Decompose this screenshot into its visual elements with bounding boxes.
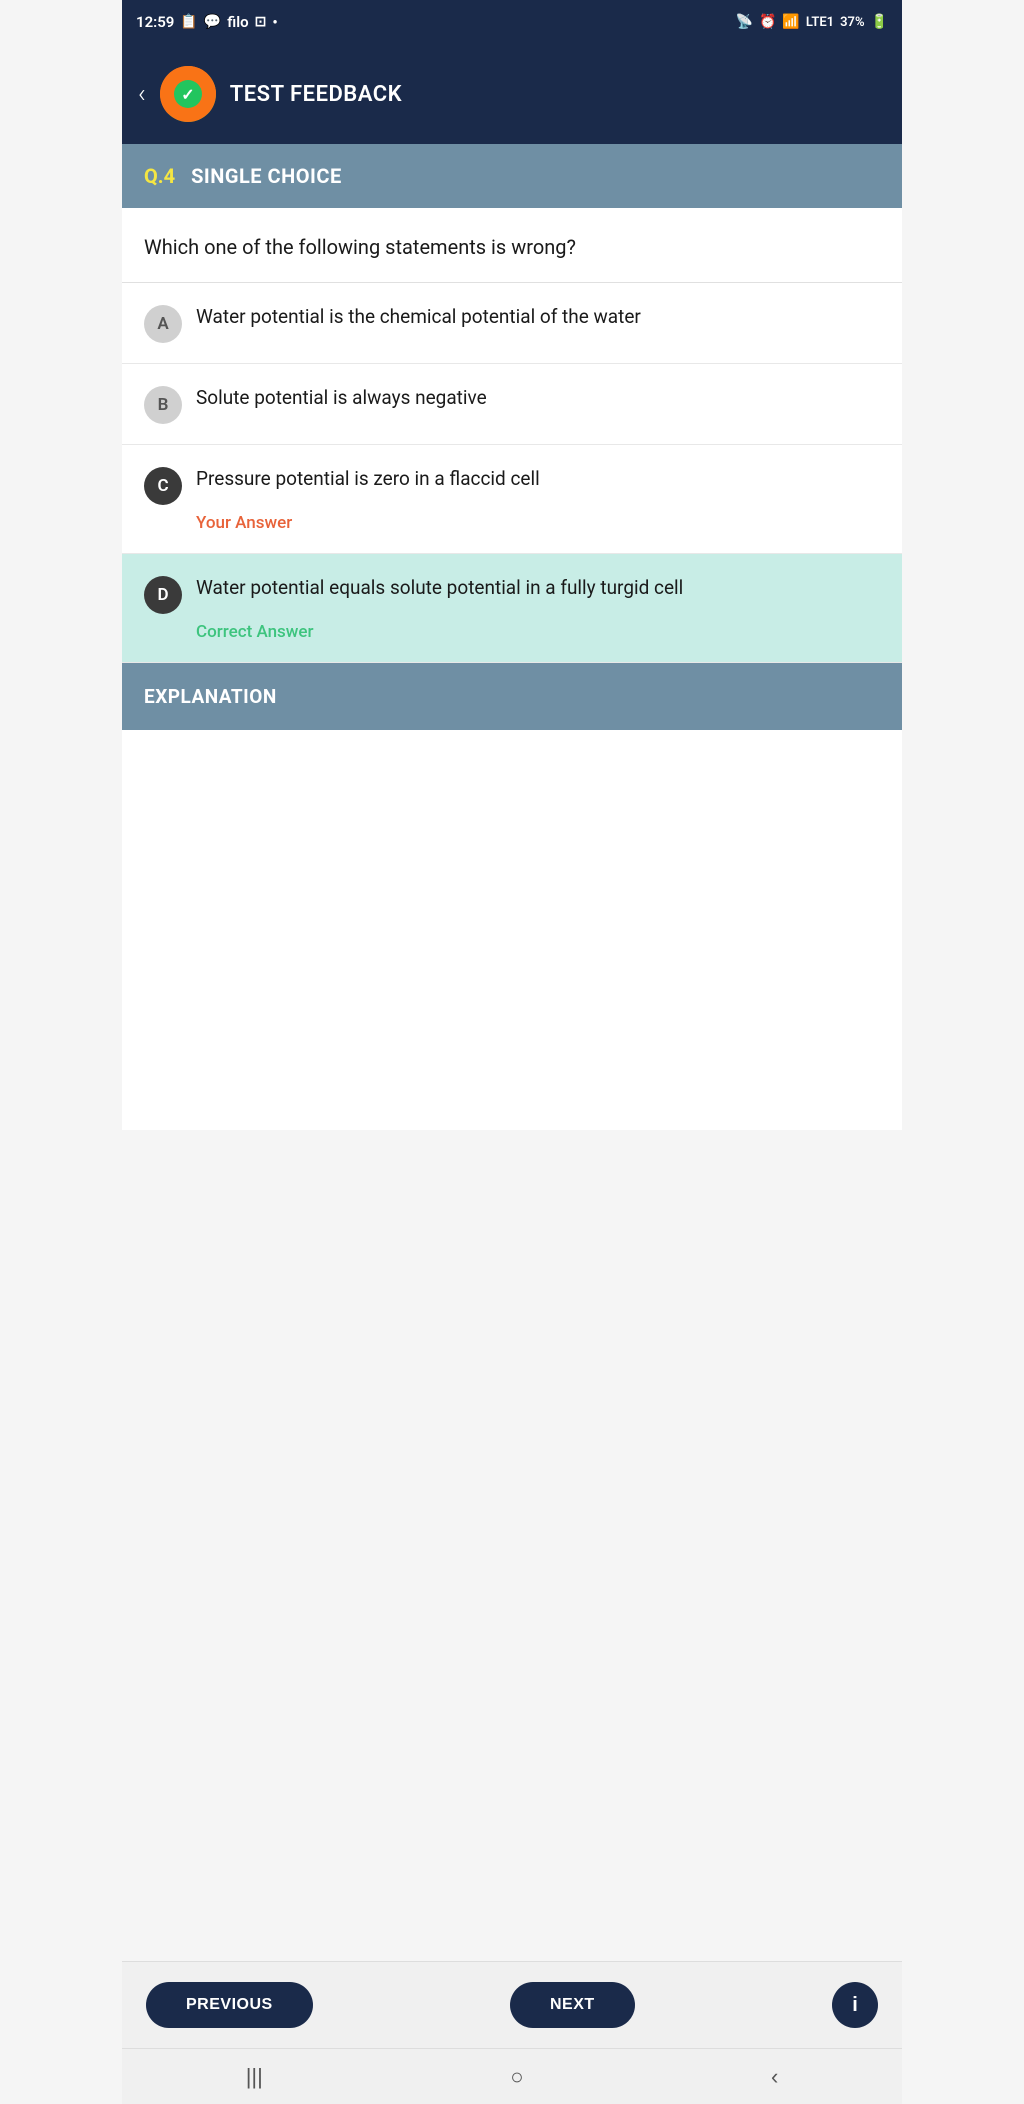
app-header: ‹ ✓ TEST FEEDBACK	[122, 44, 902, 144]
option-d-text: Water potential equals solute potential …	[196, 574, 880, 603]
whatsapp-icon: 💬	[204, 14, 221, 30]
svg-text:✓: ✓	[181, 85, 194, 104]
question-number: Q.4	[144, 164, 175, 188]
notification-icon: ⊡	[255, 14, 267, 30]
app-label: filo	[227, 13, 248, 31]
option-b[interactable]: B Solute potential is always negative	[122, 364, 902, 445]
android-nav-bar: ||| ○ ‹	[122, 2048, 902, 2104]
correct-answer-label: Correct Answer	[196, 622, 880, 642]
option-c-text: Pressure potential is zero in a flaccid …	[196, 465, 880, 494]
option-b-row: B Solute potential is always negative	[144, 384, 880, 424]
info-icon: i	[852, 1994, 858, 2017]
info-button[interactable]: i	[832, 1982, 878, 2028]
status-right: 📡 ⏰ 📶 LTE1 37% 🔋	[736, 14, 888, 30]
option-d-letter: D	[144, 576, 182, 614]
android-menu-button[interactable]: |||	[222, 2056, 287, 2098]
option-b-letter: B	[144, 386, 182, 424]
back-button[interactable]: ‹	[138, 79, 146, 109]
question-type: SINGLE CHOICE	[191, 164, 342, 188]
wifi-icon: 📶	[782, 14, 799, 30]
bottom-spacer	[122, 1130, 902, 1270]
status-left: 12:59 📋 💬 filo ⊡ •	[136, 13, 278, 31]
alarm-icon: ⏰	[759, 14, 776, 30]
header-title: TEST FEEDBACK	[230, 82, 402, 107]
question-header: Q.4 SINGLE CHOICE	[122, 144, 902, 208]
sim-icon: 📋	[180, 14, 197, 30]
option-a[interactable]: A Water potential is the chemical potent…	[122, 283, 902, 364]
logo-circle: ✓	[160, 66, 216, 122]
option-c[interactable]: C Pressure potential is zero in a flacci…	[122, 445, 902, 554]
android-home-button[interactable]: ○	[486, 2056, 547, 2098]
option-d[interactable]: D Water potential equals solute potentia…	[122, 554, 902, 663]
dot-indicator: •	[272, 13, 277, 31]
android-back-button[interactable]: ‹	[747, 2056, 802, 2098]
option-a-text: Water potential is the chemical potentia…	[196, 303, 880, 332]
status-bar: 12:59 📋 💬 filo ⊡ • 📡 ⏰ 📶 LTE1 37% 🔋	[122, 0, 902, 44]
signal-label: LTE1	[806, 15, 834, 30]
option-a-letter: A	[144, 305, 182, 343]
status-time: 12:59	[136, 13, 174, 31]
cast-icon: 📡	[736, 14, 753, 30]
battery-icon: 🔋	[871, 14, 888, 30]
explanation-content	[122, 730, 902, 1130]
your-answer-label: Your Answer	[196, 513, 880, 533]
bottom-navigation: PREVIOUS NEXT i	[122, 1961, 902, 2048]
option-c-row: C Pressure potential is zero in a flacci…	[144, 465, 880, 505]
option-d-row: D Water potential equals solute potentia…	[144, 574, 880, 614]
next-button[interactable]: NEXT	[510, 1982, 635, 2028]
option-b-text: Solute potential is always negative	[196, 384, 880, 413]
option-a-row: A Water potential is the chemical potent…	[144, 303, 880, 343]
question-text: Which one of the following statements is…	[144, 232, 880, 262]
explanation-header: EXPLANATION	[122, 663, 902, 730]
battery-label: 37%	[840, 15, 864, 30]
explanation-title: EXPLANATION	[144, 685, 277, 708]
previous-button[interactable]: PREVIOUS	[146, 1982, 313, 2028]
question-body: Which one of the following statements is…	[122, 208, 902, 283]
option-c-letter: C	[144, 467, 182, 505]
